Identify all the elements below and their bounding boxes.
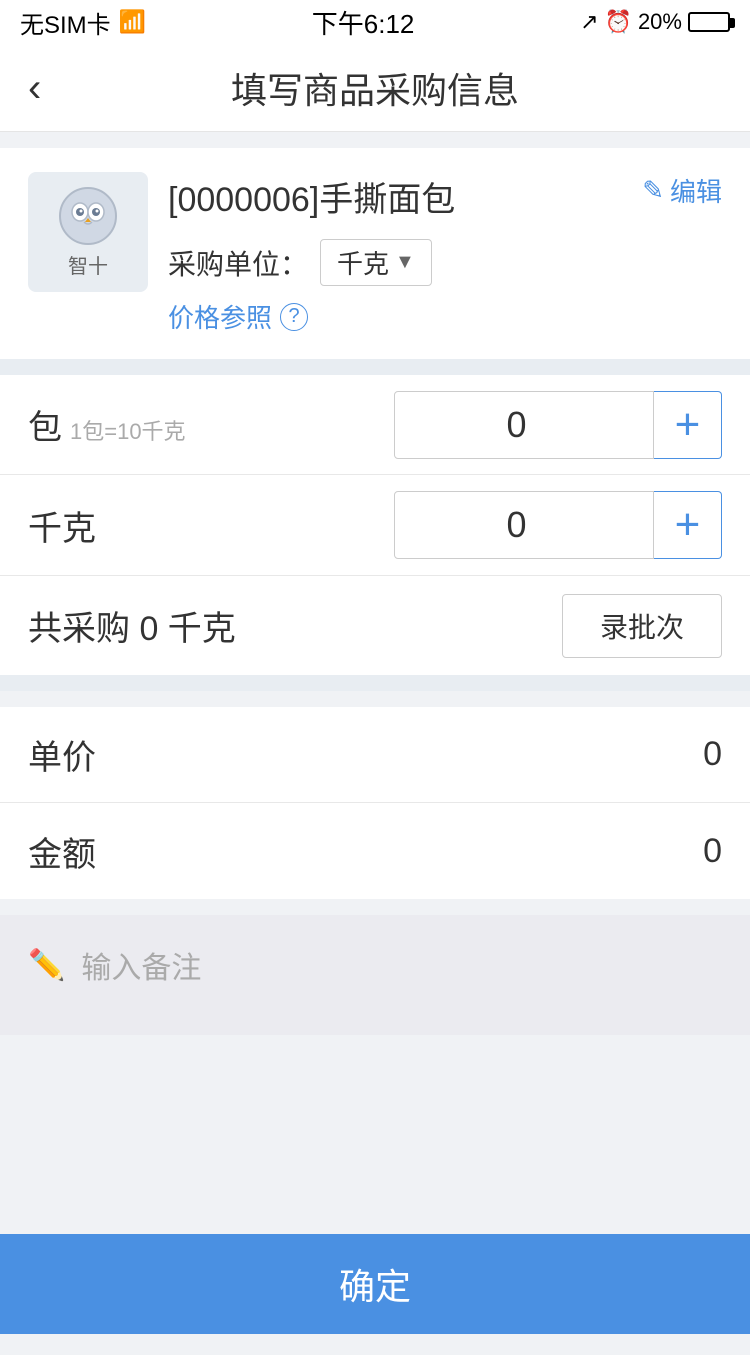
unit-price-label: 单价 <box>28 730 96 779</box>
purchase-unit-row: 采购单位： 千克 ▼ <box>168 239 722 286</box>
pack-input-row: 包1包=10千克 + <box>0 375 750 475</box>
pack-label: 包1包=10千克 <box>28 400 186 449</box>
status-bar: 无SIM卡 📶 下午6:12 ↗ ⏰ 20% <box>0 0 750 44</box>
summary-row: 共采购 0 千克 录批次 <box>0 575 750 675</box>
product-name: [0000006]手撕面包 <box>168 172 722 221</box>
pack-sub: 1包=10千克 <box>70 419 186 444</box>
edit-button[interactable]: ✎ 编辑 <box>642 172 722 209</box>
product-image: 智十 <box>28 172 148 292</box>
unit-price-row: 单价 0 <box>0 707 750 803</box>
back-button[interactable]: ‹ <box>28 68 41 108</box>
summary-text: 共采购 0 千克 <box>28 601 236 650</box>
batch-button[interactable]: 录批次 <box>562 594 722 658</box>
amount-row: 金额 0 <box>0 803 750 899</box>
pack-field-wrapper: + <box>186 391 722 459</box>
battery-icon <box>688 12 730 32</box>
unit-value: 千克 <box>337 244 389 281</box>
input-section: 包1包=10千克 + 千克 + <box>0 375 750 575</box>
confirm-button[interactable]: 确定 <box>0 1234 750 1334</box>
notes-section: ✏️ 输入备注 <box>0 915 750 1035</box>
pack-input[interactable] <box>394 391 654 459</box>
purchase-unit-label: 采购单位： <box>168 243 308 283</box>
page-title: 填写商品采购信息 <box>231 62 519 114</box>
pack-plus-button[interactable]: + <box>654 391 722 459</box>
kg-plus-button[interactable]: + <box>654 491 722 559</box>
notes-placeholder: 输入备注 <box>81 943 201 987</box>
nav-bar: ‹ 填写商品采购信息 <box>0 44 750 132</box>
pencil-icon: ✏️ <box>28 948 65 983</box>
notes-input-row[interactable]: ✏️ 输入备注 <box>28 943 722 987</box>
amount-label: 金额 <box>28 827 96 876</box>
wifi-icon: 📶 <box>119 9 146 35</box>
alarm-icon: ⏰ <box>605 9 632 35</box>
unit-select[interactable]: 千克 ▼ <box>320 239 432 286</box>
status-left: 无SIM卡 📶 <box>20 5 146 40</box>
help-circle-icon: ? <box>280 303 308 331</box>
info-section: 单价 0 金额 0 <box>0 707 750 899</box>
unit-arrow-icon: ▼ <box>395 251 415 274</box>
carrier-text: 无SIM卡 <box>20 5 111 40</box>
price-ref-button[interactable]: 价格参照 ? <box>168 298 722 335</box>
kg-input[interactable] <box>394 491 654 559</box>
amount-value: 0 <box>703 832 722 871</box>
product-logo-icon <box>58 186 118 246</box>
unit-price-value: 0 <box>703 735 722 774</box>
location-icon: ↗ <box>580 9 598 35</box>
edit-icon: ✎ <box>642 175 664 206</box>
battery-text: 20% <box>638 9 682 35</box>
product-card: 智十 [0000006]手撕面包 采购单位： 千克 ▼ 价格参照 ? ✎ 编辑 <box>0 148 750 359</box>
separator-1 <box>0 359 750 375</box>
product-logo-text: 智十 <box>68 250 108 279</box>
status-time: 下午6:12 <box>312 4 415 41</box>
product-info: [0000006]手撕面包 采购单位： 千克 ▼ 价格参照 ? <box>168 172 722 335</box>
kg-field-wrapper: + <box>148 491 722 559</box>
content-spacer <box>0 1035 750 1255</box>
kg-label: 千克 <box>28 501 148 550</box>
price-ref-label: 价格参照 <box>168 298 272 335</box>
separator-2 <box>0 675 750 691</box>
edit-label: 编辑 <box>670 172 722 209</box>
kg-input-row: 千克 + <box>0 475 750 575</box>
status-right: ↗ ⏰ 20% <box>580 9 730 35</box>
